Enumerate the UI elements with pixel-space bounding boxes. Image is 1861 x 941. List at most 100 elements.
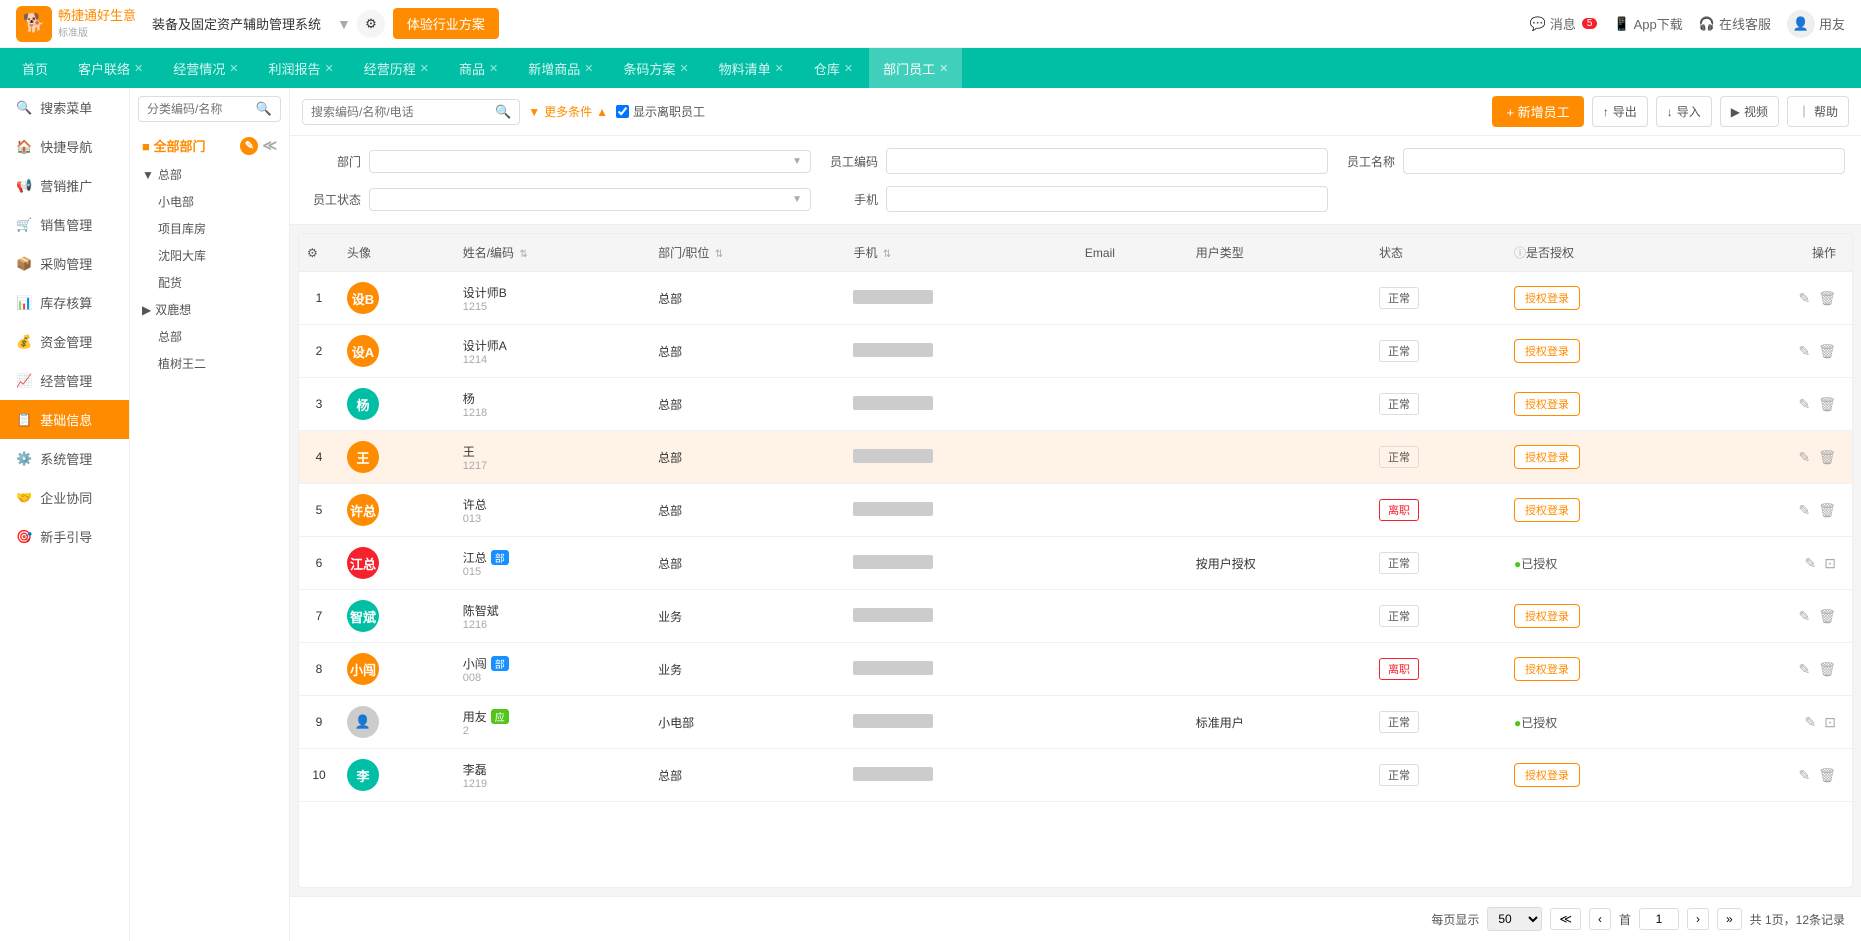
close-history-icon[interactable]: ✕: [420, 62, 429, 75]
delete-icon-2[interactable]: 🗑: [1818, 343, 1836, 360]
delete-icon-8[interactable]: 🗑: [1818, 661, 1836, 678]
filter-empcode-input[interactable]: [886, 148, 1328, 174]
delete-icon-4[interactable]: 🗑: [1818, 449, 1836, 466]
online-service-btn[interactable]: 🎧 在线客服: [1699, 14, 1771, 33]
sidebar-item-marketing[interactable]: 📢 营销推广: [0, 166, 129, 205]
last-page-btn[interactable]: »: [1717, 908, 1742, 930]
auth-btn-3[interactable]: 授权登录: [1514, 392, 1580, 416]
tab-customer[interactable]: 客户联络✕: [64, 48, 157, 88]
edit-icon-2[interactable]: ✎: [1798, 343, 1810, 360]
filter-dept-select[interactable]: ▼: [369, 150, 811, 173]
close-operations-icon[interactable]: ✕: [229, 62, 238, 75]
close-profit-icon[interactable]: ✕: [325, 62, 334, 75]
import-btn[interactable]: ↓ 导入: [1656, 96, 1712, 127]
help-btn[interactable]: ｜ 帮助: [1787, 96, 1849, 127]
filter-phone-input[interactable]: [886, 186, 1328, 212]
search-input[interactable]: [311, 105, 491, 119]
edit-icon-3[interactable]: ✎: [1798, 396, 1810, 413]
edit-icon-8[interactable]: ✎: [1798, 661, 1810, 678]
sidebar-item-basic[interactable]: 📋 基础信息: [0, 400, 129, 439]
copy-icon-6[interactable]: ⊡: [1824, 555, 1836, 572]
first-page-btn[interactable]: ≪: [1550, 908, 1581, 930]
dept-add-icon[interactable]: ✎: [240, 137, 258, 155]
sidebar-item-inventory[interactable]: 📊 库存核算: [0, 283, 129, 322]
col-dept[interactable]: 部门/职位 ⇅: [650, 234, 845, 272]
close-products-icon[interactable]: ✕: [489, 62, 498, 75]
add-employee-btn[interactable]: + 新增员工: [1492, 96, 1583, 127]
sidebar-item-sales[interactable]: 🛒 销售管理: [0, 205, 129, 244]
tab-products[interactable]: 商品✕: [445, 48, 512, 88]
dept-parent-zonbu[interactable]: ▼ 总部: [138, 161, 281, 188]
sidebar-item-purchase[interactable]: 📦 采购管理: [0, 244, 129, 283]
sidebar-item-search[interactable]: 🔍 搜索菜单: [0, 88, 129, 127]
delete-icon-5[interactable]: 🗑: [1818, 502, 1836, 519]
search-submit-icon[interactable]: 🔍: [495, 104, 511, 120]
dept-node-zonbu2[interactable]: 总部: [138, 323, 281, 350]
dept-search-box[interactable]: 🔍: [138, 96, 281, 122]
col-name-code[interactable]: 姓名/编码 ⇅: [455, 234, 650, 272]
dept-node-zhishu[interactable]: 植树王二: [138, 350, 281, 377]
auth-btn-10[interactable]: 授权登录: [1514, 763, 1580, 787]
edit-icon-4[interactable]: ✎: [1798, 449, 1810, 466]
next-page-btn[interactable]: ›: [1687, 908, 1709, 930]
page-number-input[interactable]: [1639, 908, 1679, 930]
auth-btn-7[interactable]: 授权登录: [1514, 604, 1580, 628]
delete-icon-3[interactable]: 🗑: [1818, 396, 1836, 413]
show-resigned-checkbox[interactable]: 显示离职员工: [616, 103, 705, 120]
dept-search-input[interactable]: [147, 102, 252, 116]
sidebar-item-collab[interactable]: 🤝 企业协同: [0, 478, 129, 517]
user-avatar[interactable]: 👤 用友: [1787, 10, 1845, 38]
dept-child-shenyangdaku[interactable]: 沈阳大库: [138, 242, 281, 269]
close-barcode-icon[interactable]: ✕: [679, 62, 688, 75]
tab-barcode[interactable]: 条码方案✕: [609, 48, 702, 88]
close-new-product-icon[interactable]: ✕: [584, 62, 593, 75]
sidebar-item-finance[interactable]: 💰 资金管理: [0, 322, 129, 361]
sidebar-item-operations[interactable]: 📈 经营管理: [0, 361, 129, 400]
dept-child-xiaodianbu[interactable]: 小电部: [138, 188, 281, 215]
copy-icon-9[interactable]: ⊡: [1824, 714, 1836, 731]
tab-bom[interactable]: 物料清单✕: [705, 48, 798, 88]
dept-collapse-icon[interactable]: ≪: [262, 137, 277, 155]
sidebar-item-system[interactable]: ⚙️ 系统管理: [0, 439, 129, 478]
auth-btn-2[interactable]: 授权登录: [1514, 339, 1580, 363]
dept-child-xiangmukufang[interactable]: 项目库房: [138, 215, 281, 242]
edit-icon-6[interactable]: ✎: [1805, 555, 1817, 572]
delete-icon-1[interactable]: 🗑: [1818, 290, 1836, 307]
tab-history[interactable]: 经营历程✕: [350, 48, 443, 88]
sidebar-item-quicknav[interactable]: 🏠 快捷导航: [0, 127, 129, 166]
filter-empstatus-select[interactable]: ▼: [369, 188, 811, 211]
tab-new-product[interactable]: 新增商品✕: [514, 48, 607, 88]
tab-employees[interactable]: 部门员工✕: [869, 48, 962, 88]
col-phone[interactable]: 手机 ⇅: [845, 234, 1076, 272]
app-download-btn[interactable]: 📱 App下载: [1613, 14, 1682, 33]
delete-icon-7[interactable]: 🗑: [1818, 608, 1836, 625]
edit-icon-9[interactable]: ✎: [1805, 714, 1817, 731]
show-resigned-input[interactable]: [616, 105, 629, 118]
edit-icon-1[interactable]: ✎: [1798, 290, 1810, 307]
close-customer-icon[interactable]: ✕: [134, 62, 143, 75]
edit-icon-5[interactable]: ✎: [1798, 502, 1810, 519]
more-filter-btn[interactable]: ▼ 更多条件 ▲: [528, 103, 608, 120]
tab-profit[interactable]: 利润报告✕: [254, 48, 347, 88]
tab-operations[interactable]: 经营情况✕: [159, 48, 252, 88]
dropdown-icon[interactable]: ▼: [337, 16, 351, 32]
search-box[interactable]: 🔍: [302, 99, 520, 125]
col-settings[interactable]: ⚙: [299, 234, 339, 272]
delete-icon-10[interactable]: 🗑: [1818, 767, 1836, 784]
sidebar-item-guide[interactable]: 🎯 新手引导: [0, 517, 129, 556]
tab-home[interactable]: 首页: [8, 48, 62, 88]
auth-btn-1[interactable]: 授权登录: [1514, 286, 1580, 310]
edit-icon-10[interactable]: ✎: [1798, 767, 1810, 784]
tab-warehouse[interactable]: 仓库✕: [800, 48, 867, 88]
export-btn[interactable]: ↑ 导出: [1592, 96, 1648, 127]
filter-empname-input[interactable]: [1403, 148, 1845, 174]
view-btn[interactable]: ▶ 视频: [1720, 96, 1779, 127]
page-size-select[interactable]: 50 20 100: [1487, 907, 1542, 931]
message-btn[interactable]: 💬 消息 5: [1530, 14, 1598, 33]
dept-parent-shuanglu[interactable]: ▶ 双鹿想: [138, 296, 281, 323]
prev-page-btn[interactable]: ‹: [1589, 908, 1611, 930]
auth-btn-4[interactable]: 授权登录: [1514, 445, 1580, 469]
settings-icon[interactable]: ⚙: [357, 10, 385, 38]
close-warehouse-icon[interactable]: ✕: [844, 62, 853, 75]
auth-btn-8[interactable]: 授权登录: [1514, 657, 1580, 681]
